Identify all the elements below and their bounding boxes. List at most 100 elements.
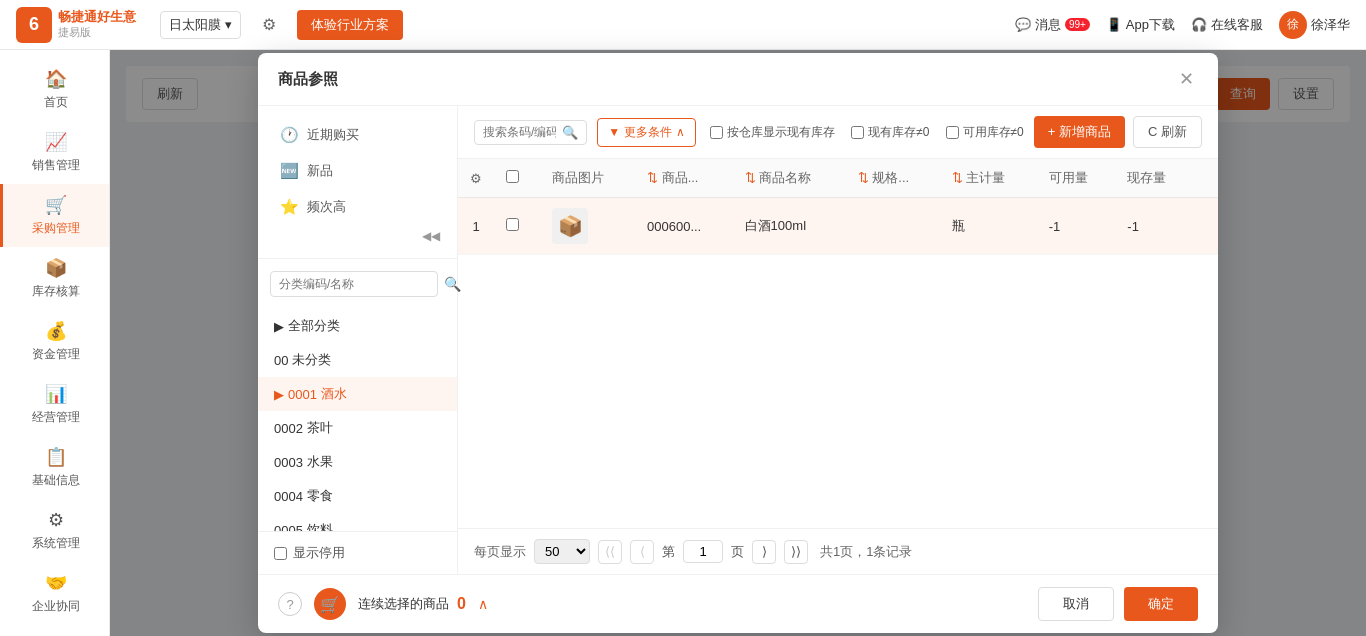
top-nav: 6 畅捷通好生意 捷易版 日太阳膜 ▾ ⚙ 体验行业方案 💬 消息 99+ 📱 …: [0, 0, 1366, 50]
arrow-active-icon: ▶: [274, 387, 284, 402]
column-unit[interactable]: ⇅ 主计量: [940, 159, 1037, 198]
column-stock[interactable]: 现存量: [1115, 159, 1194, 198]
tab-frequent[interactable]: ⭐ 频次高: [270, 190, 445, 224]
enterprise-icon: 🤝: [45, 572, 67, 594]
sidebar-item-enterprise[interactable]: 🤝 企业协同: [0, 562, 109, 625]
nav-selector[interactable]: 日太阳膜 ▾: [160, 11, 241, 39]
row-name: 白酒100ml: [733, 198, 846, 255]
user-profile-nav-item[interactable]: 徐 徐泽华: [1279, 11, 1350, 39]
row-code: 000600...: [635, 198, 733, 255]
sidebar-item-system[interactable]: ⚙ 系统管理: [0, 499, 109, 562]
messages-badge: 99+: [1065, 18, 1090, 31]
category-item-0003[interactable]: 0003 水果: [258, 445, 457, 479]
app-download-nav-item[interactable]: 📱 App下载: [1106, 16, 1175, 34]
filter-checkboxes: 按仓库显示现有库存 现有库存≠0 可用库存≠0: [710, 124, 1024, 141]
column-available[interactable]: 可用量: [1037, 159, 1116, 198]
sales-icon: 📈: [45, 131, 67, 153]
first-page-button[interactable]: ⟨⟨: [598, 540, 622, 564]
row-checkbox[interactable]: [494, 198, 540, 255]
avatar: 徐: [1279, 11, 1307, 39]
select-all-checkbox[interactable]: [506, 170, 519, 183]
category-item-0005[interactable]: 0005 饮料: [258, 513, 457, 531]
message-icon: 💬: [1015, 17, 1031, 32]
page-number-input[interactable]: [683, 540, 723, 563]
modal-body: 🕐 近期购买 🆕 新品 ⭐ 频次高: [258, 106, 1218, 574]
purchase-icon: 🛒: [45, 194, 67, 216]
category-item-all[interactable]: ▶ 全部分类: [258, 309, 457, 343]
category-search-input[interactable]: [270, 271, 438, 297]
footer-actions: 取消 确定: [1038, 587, 1198, 621]
sidebar-item-inventory[interactable]: 📦 库存核算: [0, 247, 109, 310]
content-area: 刷新 查询 设置 商品参照 ✕: [110, 50, 1366, 636]
sort-icon-name: ⇅: [745, 170, 756, 185]
show-disabled-checkbox[interactable]: [274, 547, 287, 560]
modal-title: 商品参照: [278, 70, 338, 89]
category-item-00[interactable]: 00 未分类: [258, 343, 457, 377]
row-spec: [846, 198, 940, 255]
sidebar-item-sales[interactable]: 📈 销售管理: [0, 121, 109, 184]
product-thumbnail: 📦: [552, 208, 588, 244]
messages-nav-item[interactable]: 💬 消息 99+: [1015, 16, 1090, 34]
chevron-down-icon: ▾: [225, 17, 232, 32]
sidebar-item-basic-info[interactable]: 📋 基础信息: [0, 436, 109, 499]
sidebar-item-operations[interactable]: 📊 经营管理: [0, 373, 109, 436]
sidebar-item-guide[interactable]: 🎯 新手引导: [0, 625, 109, 636]
gear-icon[interactable]: ⚙: [253, 9, 285, 41]
cancel-button[interactable]: 取消: [1038, 587, 1114, 621]
sort-icon-spec: ⇅: [858, 170, 869, 185]
logo-sub: 捷易版: [58, 25, 136, 40]
toolbar: 🔍 ▼ 更多条件 ∧ 按仓库显示现有库存: [458, 106, 1218, 159]
left-tabs: 🕐 近期购买 🆕 新品 ⭐ 频次高: [258, 106, 457, 254]
system-icon: ⚙: [48, 509, 64, 531]
row-number: 1: [458, 198, 494, 255]
column-code[interactable]: ⇅ 商品...: [635, 159, 733, 198]
refresh-product-button[interactable]: C 刷新: [1133, 116, 1202, 148]
collapse-footer-icon[interactable]: ∧: [478, 596, 488, 612]
prev-page-button[interactable]: ⟨: [630, 540, 654, 564]
filter-icon: ▼: [608, 125, 620, 139]
sidebar-item-home[interactable]: 🏠 首页: [0, 58, 109, 121]
online-service-nav-item[interactable]: 🎧 在线客服: [1191, 16, 1263, 34]
collapse-button[interactable]: ◀◀: [421, 226, 441, 246]
column-spec[interactable]: ⇅ 规格...: [846, 159, 940, 198]
logo-icon: 6: [16, 7, 52, 43]
checkbox-warehouse-stock[interactable]: 按仓库显示现有库存: [710, 124, 835, 141]
cart-button[interactable]: 🛒: [314, 588, 346, 620]
category-item-0001[interactable]: ▶ 0001 酒水: [258, 377, 457, 411]
product-search-input[interactable]: [483, 125, 556, 139]
add-product-button[interactable]: + 新增商品: [1034, 116, 1125, 148]
checkbox-nonzero-stock[interactable]: 现有库存≠0: [851, 124, 929, 141]
modal-overlay[interactable]: 商品参照 ✕ 🕐 近期购买 🆕: [110, 50, 1366, 636]
trial-button[interactable]: 体验行业方案: [297, 10, 403, 40]
clock-icon: 🕐: [280, 126, 299, 144]
category-item-0002[interactable]: 0002 茶叶: [258, 411, 457, 445]
column-settings[interactable]: ⚙: [458, 159, 494, 198]
last-page-button[interactable]: ⟩⟩: [784, 540, 808, 564]
pagination-bar: 每页显示 50 100 200 ⟨⟨ ⟨ 第 页 ⟩: [458, 528, 1218, 574]
category-item-0004[interactable]: 0004 零食: [258, 479, 457, 513]
select-count-badge: 0: [457, 595, 466, 613]
left-panel: 🕐 近期购买 🆕 新品 ⭐ 频次高: [258, 106, 458, 574]
checkbox-available-stock[interactable]: 可用库存≠0: [946, 124, 1024, 141]
filter-button[interactable]: ▼ 更多条件 ∧: [597, 118, 696, 147]
sidebar-item-finance[interactable]: 💰 资金管理: [0, 310, 109, 373]
confirm-button[interactable]: 确定: [1124, 587, 1198, 621]
toolbar-right: + 新增商品 C 刷新: [1034, 116, 1202, 148]
home-icon: 🏠: [45, 68, 67, 90]
help-icon[interactable]: ?: [278, 592, 302, 616]
divider: [258, 258, 457, 259]
category-search-area: 🔍: [258, 263, 457, 305]
column-name[interactable]: ⇅ 商品名称: [733, 159, 846, 198]
sort-icon-unit: ⇅: [952, 170, 963, 185]
product-search-box[interactable]: 🔍: [474, 120, 587, 145]
mobile-icon: 📱: [1106, 17, 1122, 32]
tab-recent-purchase[interactable]: 🕐 近期购买: [270, 118, 445, 152]
modal-close-button[interactable]: ✕: [1174, 67, 1198, 91]
tab-new-products[interactable]: 🆕 新品: [270, 154, 445, 188]
sidebar-item-purchase[interactable]: 🛒 采购管理: [0, 184, 109, 247]
chevron-up-icon: ∧: [676, 125, 685, 139]
table-row[interactable]: 1 📦 000600... 白酒100ml: [458, 198, 1218, 255]
headset-icon: 🎧: [1191, 17, 1207, 32]
per-page-select[interactable]: 50 100 200: [534, 539, 590, 564]
next-page-button[interactable]: ⟩: [752, 540, 776, 564]
